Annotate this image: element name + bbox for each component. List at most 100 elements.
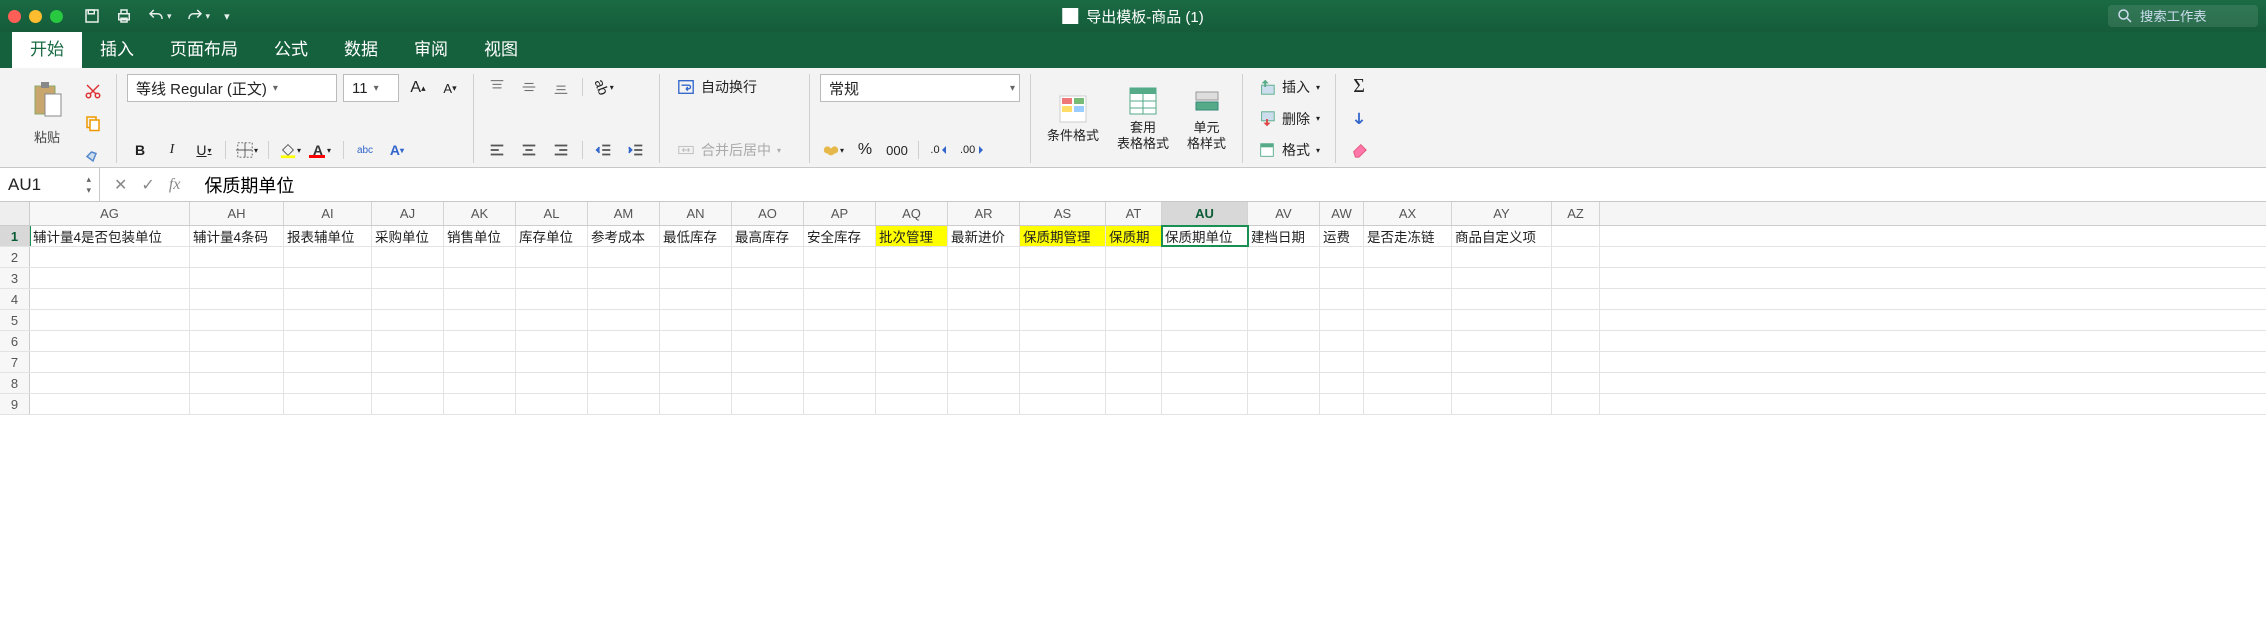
- cell-AY4[interactable]: [1452, 289, 1552, 309]
- format-as-table-button[interactable]: 套用 表格格式: [1111, 84, 1175, 153]
- increase-font-icon[interactable]: A▴: [405, 75, 431, 101]
- cell-AT2[interactable]: [1106, 247, 1162, 267]
- column-header-AO[interactable]: AO: [732, 202, 804, 225]
- comma-button[interactable]: 000: [884, 137, 910, 163]
- cell-AU9[interactable]: [1162, 394, 1248, 414]
- insert-cells-button[interactable]: 插入▾: [1253, 74, 1325, 100]
- border-button[interactable]: ▾: [234, 137, 260, 163]
- cell-AY7[interactable]: [1452, 352, 1552, 372]
- name-box-stepper[interactable]: ▴▾: [86, 174, 91, 196]
- cell-AW9[interactable]: [1320, 394, 1364, 414]
- cell-AT6[interactable]: [1106, 331, 1162, 351]
- enter-formula-icon[interactable]: ✓: [141, 175, 154, 195]
- close-window-icon[interactable]: [8, 10, 21, 23]
- cell-AZ1[interactable]: [1552, 226, 1600, 246]
- cell-AS4[interactable]: [1020, 289, 1106, 309]
- cell-AV9[interactable]: [1248, 394, 1320, 414]
- align-middle-icon[interactable]: [516, 74, 542, 100]
- row-header-7[interactable]: 7: [0, 352, 30, 372]
- column-header-AH[interactable]: AH: [190, 202, 284, 225]
- tab-page-layout[interactable]: 页面布局: [152, 27, 256, 68]
- cell-AZ7[interactable]: [1552, 352, 1600, 372]
- cell-AJ1[interactable]: 采购单位: [372, 226, 444, 246]
- wrap-text-button[interactable]: 自动换行: [670, 74, 764, 100]
- cell-styles-button[interactable]: 单元 格样式: [1181, 84, 1232, 153]
- cell-AO9[interactable]: [732, 394, 804, 414]
- font-size-combo[interactable]: 11▾: [343, 74, 399, 102]
- cell-AR4[interactable]: [948, 289, 1020, 309]
- cell-AG3[interactable]: [30, 268, 190, 288]
- row-header-9[interactable]: 9: [0, 394, 30, 414]
- column-header-AW[interactable]: AW: [1320, 202, 1364, 225]
- column-header-AU[interactable]: AU: [1162, 202, 1248, 225]
- cell-AJ4[interactable]: [372, 289, 444, 309]
- cell-AK4[interactable]: [444, 289, 516, 309]
- column-header-AV[interactable]: AV: [1248, 202, 1320, 225]
- cell-AK9[interactable]: [444, 394, 516, 414]
- cell-AN8[interactable]: [660, 373, 732, 393]
- fill-button[interactable]: [1346, 106, 1372, 132]
- cell-AQ6[interactable]: [876, 331, 948, 351]
- phonetic-button[interactable]: abc: [352, 137, 378, 163]
- cell-AX4[interactable]: [1364, 289, 1452, 309]
- column-header-AM[interactable]: AM: [588, 202, 660, 225]
- cell-AO1[interactable]: 最高库存: [732, 226, 804, 246]
- cell-AK1[interactable]: 销售单位: [444, 226, 516, 246]
- cell-AP7[interactable]: [804, 352, 876, 372]
- cell-AY9[interactable]: [1452, 394, 1552, 414]
- cell-AY2[interactable]: [1452, 247, 1552, 267]
- cell-AL5[interactable]: [516, 310, 588, 330]
- cell-AV8[interactable]: [1248, 373, 1320, 393]
- cell-AO7[interactable]: [732, 352, 804, 372]
- cell-AX8[interactable]: [1364, 373, 1452, 393]
- cell-AQ8[interactable]: [876, 373, 948, 393]
- cell-AK8[interactable]: [444, 373, 516, 393]
- cell-AI5[interactable]: [284, 310, 372, 330]
- spreadsheet-grid[interactable]: AGAHAIAJAKALAMANAOAPAQARASATAUAVAWAXAYAZ…: [0, 202, 2266, 415]
- cell-AL6[interactable]: [516, 331, 588, 351]
- cell-AR5[interactable]: [948, 310, 1020, 330]
- tab-review[interactable]: 审阅: [396, 27, 466, 68]
- cell-AZ2[interactable]: [1552, 247, 1600, 267]
- cell-AK2[interactable]: [444, 247, 516, 267]
- select-all-corner[interactable]: [0, 202, 30, 225]
- cell-AU8[interactable]: [1162, 373, 1248, 393]
- cell-AP2[interactable]: [804, 247, 876, 267]
- cell-AU1[interactable]: 保质期单位: [1162, 226, 1248, 246]
- qat-customize-icon[interactable]: ▾: [224, 10, 230, 23]
- row-header-5[interactable]: 5: [0, 310, 30, 330]
- cell-AS5[interactable]: [1020, 310, 1106, 330]
- font-color-button[interactable]: A▾: [309, 137, 335, 163]
- cell-AN1[interactable]: 最低库存: [660, 226, 732, 246]
- cell-AP8[interactable]: [804, 373, 876, 393]
- row-header-6[interactable]: 6: [0, 331, 30, 351]
- cell-AR3[interactable]: [948, 268, 1020, 288]
- cell-AW7[interactable]: [1320, 352, 1364, 372]
- cell-AT5[interactable]: [1106, 310, 1162, 330]
- cell-AS7[interactable]: [1020, 352, 1106, 372]
- cell-AM5[interactable]: [588, 310, 660, 330]
- cell-AL7[interactable]: [516, 352, 588, 372]
- currency-button[interactable]: ▾: [820, 137, 846, 163]
- cell-AT8[interactable]: [1106, 373, 1162, 393]
- copy-icon[interactable]: [80, 110, 106, 136]
- cell-AU3[interactable]: [1162, 268, 1248, 288]
- cell-AM1[interactable]: 参考成本: [588, 226, 660, 246]
- cell-AP4[interactable]: [804, 289, 876, 309]
- column-header-AZ[interactable]: AZ: [1552, 202, 1600, 225]
- cell-AG4[interactable]: [30, 289, 190, 309]
- cell-AH8[interactable]: [190, 373, 284, 393]
- cell-AS3[interactable]: [1020, 268, 1106, 288]
- cell-AT1[interactable]: 保质期: [1106, 226, 1162, 246]
- cell-AU4[interactable]: [1162, 289, 1248, 309]
- cell-AN2[interactable]: [660, 247, 732, 267]
- align-bottom-icon[interactable]: [548, 74, 574, 100]
- cell-AU5[interactable]: [1162, 310, 1248, 330]
- cell-AQ1[interactable]: 批次管理: [876, 226, 948, 246]
- cell-AP5[interactable]: [804, 310, 876, 330]
- cell-AQ4[interactable]: [876, 289, 948, 309]
- orientation-icon[interactable]: ab▾: [591, 74, 617, 100]
- cell-AP9[interactable]: [804, 394, 876, 414]
- cell-AV7[interactable]: [1248, 352, 1320, 372]
- clear-button[interactable]: [1346, 137, 1372, 163]
